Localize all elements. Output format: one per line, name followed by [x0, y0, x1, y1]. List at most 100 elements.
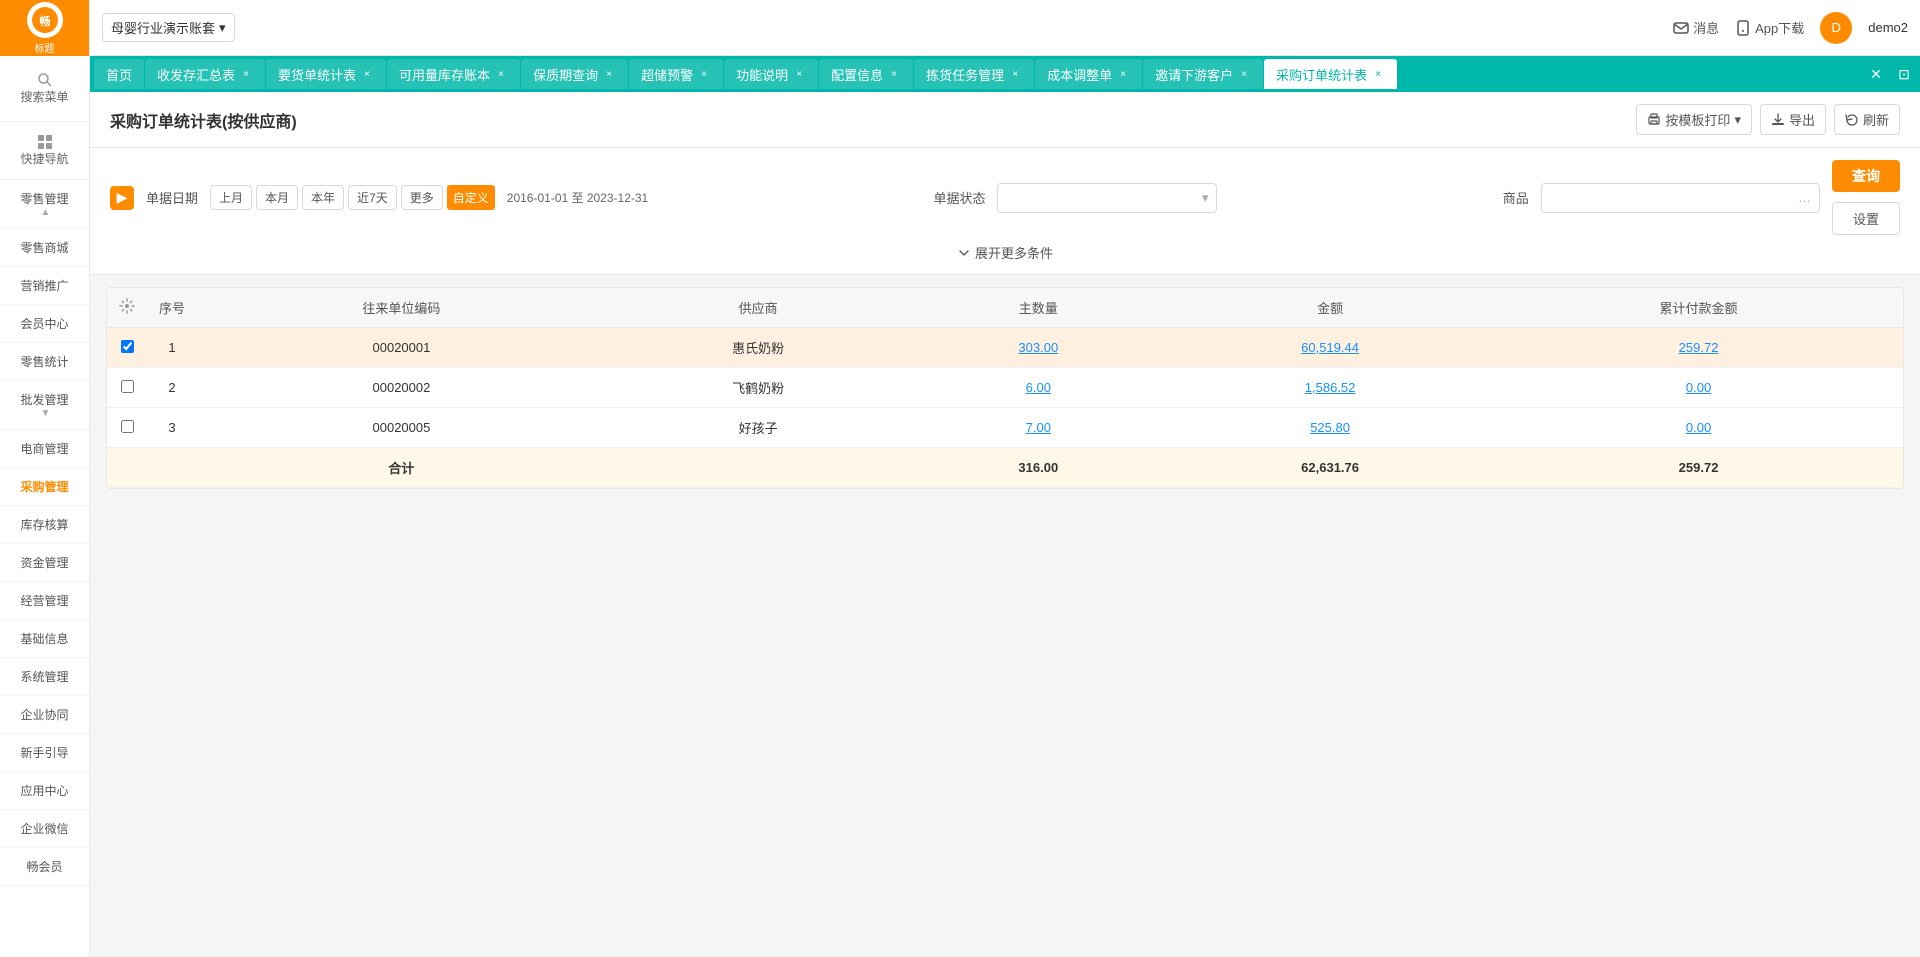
tab-function-desc[interactable]: 功能说明 × [724, 59, 818, 89]
tab-config-info[interactable]: 配置信息 × [819, 59, 913, 89]
user-avatar[interactable]: D [1820, 12, 1852, 44]
export-button[interactable]: 导出 [1760, 104, 1826, 135]
table-header-row: 序号 往来单位编码 供应商 主数量 金额 [107, 288, 1903, 328]
print-button[interactable]: 按模板打印 ▾ [1636, 104, 1752, 135]
sidebar-item-inventory[interactable]: 库存核算 [0, 506, 89, 544]
row-qty-link[interactable]: 7.00 [1026, 420, 1051, 435]
row-unit-code-cell: 00020005 [197, 408, 606, 448]
table-footer: 合计 316.00 62,631.76 259.72 [107, 448, 1903, 488]
table-row[interactable]: 1 00020001 惠氏奶粉 303.00 60,519.44 259.72 [107, 328, 1903, 368]
row-checkbox[interactable] [121, 420, 134, 433]
tab-overstock[interactable]: 超储预警 × [629, 59, 723, 89]
tab-available-inventory[interactable]: 可用量库存账本 × [387, 59, 520, 89]
row-paid-amount-link[interactable]: 0.00 [1686, 380, 1711, 395]
tab-window-btn[interactable]: ⊡ [1892, 62, 1916, 86]
message-btn[interactable]: 消息 [1673, 18, 1719, 37]
row-checkbox[interactable] [121, 340, 134, 353]
row-paid-amount-cell: 0.00 [1494, 408, 1903, 448]
tab-invite-downstream-close-icon[interactable]: × [1237, 67, 1251, 81]
sidebar-item-marketing[interactable]: 营销推广 [0, 267, 89, 305]
row-unit-code-cell: 00020002 [197, 368, 606, 408]
sidebar-item-basic-info[interactable]: 基础信息 [0, 620, 89, 658]
sidebar-item-vip[interactable]: 畅会员 [0, 848, 89, 886]
col-supplier-label: 供应商 [739, 301, 778, 316]
tab-home-label: 首页 [106, 65, 132, 84]
username-label[interactable]: demo2 [1868, 20, 1908, 35]
account-dropdown[interactable]: 母婴行业演示账套 ▾ [102, 13, 235, 42]
sidebar-item-app-center[interactable]: 应用中心 [0, 772, 89, 810]
tab-purchase-order-stats[interactable]: 采购订单统计表 × [1264, 59, 1397, 89]
date-this-month-btn[interactable]: 本月 [256, 185, 298, 210]
tab-home[interactable]: 首页 [94, 59, 144, 89]
settings-button[interactable]: 设置 [1832, 202, 1900, 235]
table-row[interactable]: 3 00020005 好孩子 7.00 525.80 0.00 [107, 408, 1903, 448]
tab-receive-send-close-icon[interactable]: × [239, 67, 253, 81]
row-amount-link[interactable]: 60,519.44 [1301, 340, 1359, 355]
tab-shelf-life[interactable]: 保质期查询 × [521, 59, 628, 89]
goods-input-more-icon[interactable]: … [1798, 190, 1811, 205]
date-more-btn[interactable]: 更多 [401, 185, 443, 210]
tab-cost-adjust[interactable]: 成本调整单 × [1035, 59, 1142, 89]
filter-area: ▶ 单据日期 上月 本月 本年 近7天 更多 自定义 2016-01-01 至 … [90, 148, 1920, 275]
sidebar-item-retail-stats[interactable]: 零售统计 [0, 343, 89, 381]
expand-more-link[interactable]: 展开更多条件 [957, 243, 1053, 262]
row-checkbox[interactable] [121, 380, 134, 393]
goods-filter-label: 商品 [1503, 188, 1529, 207]
tab-picking-task[interactable]: 拣货任务管理 × [914, 59, 1034, 89]
tab-overstock-close-icon[interactable]: × [697, 67, 711, 81]
sidebar-item-retail-mall[interactable]: 零售商城 [0, 229, 89, 267]
col-settings-header[interactable] [107, 288, 147, 328]
tab-purchase-order-stats-close-icon[interactable]: × [1371, 67, 1385, 81]
filter-expand-btn[interactable]: ▶ [110, 186, 134, 210]
app-download-label: App下载 [1755, 18, 1804, 37]
sidebar-item-member[interactable]: 会员中心 [0, 305, 89, 343]
tab-invite-downstream[interactable]: 邀请下游客户 × [1143, 59, 1263, 89]
refresh-button[interactable]: 刷新 [1834, 104, 1900, 135]
tab-receive-send[interactable]: 收发存汇总表 × [145, 59, 265, 89]
row-qty-link[interactable]: 303.00 [1018, 340, 1058, 355]
goods-input[interactable]: … [1541, 183, 1820, 213]
sidebar-item-new-guide[interactable]: 新手引导 [0, 734, 89, 772]
date-7days-btn[interactable]: 近7天 [348, 185, 397, 210]
tab-available-inventory-close-icon[interactable]: × [494, 67, 508, 81]
sidebar-item-operations[interactable]: 经营管理 [0, 582, 89, 620]
sidebar-item-system[interactable]: 系统管理 [0, 658, 89, 696]
status-select[interactable]: ▾ [997, 183, 1217, 213]
quick-nav-item[interactable]: 快捷导航 [0, 126, 89, 175]
tab-function-desc-close-icon[interactable]: × [792, 67, 806, 81]
sidebar-item-app-center-label: 应用中心 [20, 782, 68, 799]
tab-order-stats-close-icon[interactable]: × [360, 67, 374, 81]
app-download-btn[interactable]: App下载 [1735, 18, 1804, 37]
date-this-year-btn[interactable]: 本年 [302, 185, 344, 210]
sidebar-item-ecommerce[interactable]: 电商管理 [0, 430, 89, 468]
tab-order-stats[interactable]: 要货单统计表 × [266, 59, 386, 89]
tab-shelf-life-close-icon[interactable]: × [602, 67, 616, 81]
row-paid-amount-link[interactable]: 259.72 [1679, 340, 1719, 355]
row-qty-link[interactable]: 6.00 [1026, 380, 1051, 395]
sidebar-item-enterprise-wechat[interactable]: 企业微信 [0, 810, 89, 848]
row-amount-link[interactable]: 1,586.52 [1305, 380, 1356, 395]
tab-picking-task-close-icon[interactable]: × [1008, 67, 1022, 81]
sidebar-item-enterprise-collab[interactable]: 企业协同 [0, 696, 89, 734]
sidebar-item-purchase[interactable]: 采购管理 [0, 468, 89, 506]
sidebar-item-system-label: 系统管理 [20, 668, 68, 685]
sidebar-item-finance[interactable]: 资金管理 [0, 544, 89, 582]
table-row[interactable]: 2 00020002 飞鹤奶粉 6.00 1,586.52 0.00 [107, 368, 1903, 408]
sidebar-logo[interactable]: 畅 标题 [0, 0, 89, 56]
col-no-header: 序号 [147, 288, 197, 328]
footer-paid-amount-cell: 259.72 [1494, 448, 1903, 488]
row-paid-amount-link[interactable]: 0.00 [1686, 420, 1711, 435]
sidebar-item-wholesale[interactable]: 批发管理 ▼ [0, 381, 89, 430]
tab-cost-adjust-close-icon[interactable]: × [1116, 67, 1130, 81]
date-last-month-btn[interactable]: 上月 [210, 185, 252, 210]
row-checkbox-cell[interactable] [107, 368, 147, 408]
tab-close-current-btn[interactable]: ✕ [1864, 62, 1888, 86]
query-button[interactable]: 查询 [1832, 160, 1900, 192]
row-amount-link[interactable]: 525.80 [1310, 420, 1350, 435]
row-checkbox-cell[interactable] [107, 408, 147, 448]
tab-config-info-close-icon[interactable]: × [887, 67, 901, 81]
row-checkbox-cell[interactable] [107, 328, 147, 368]
search-menu-item[interactable]: 搜索菜单 [6, 64, 83, 113]
date-custom-badge[interactable]: 自定义 [447, 185, 495, 210]
sidebar-item-retail[interactable]: 零售管理 ▲ [0, 180, 89, 229]
